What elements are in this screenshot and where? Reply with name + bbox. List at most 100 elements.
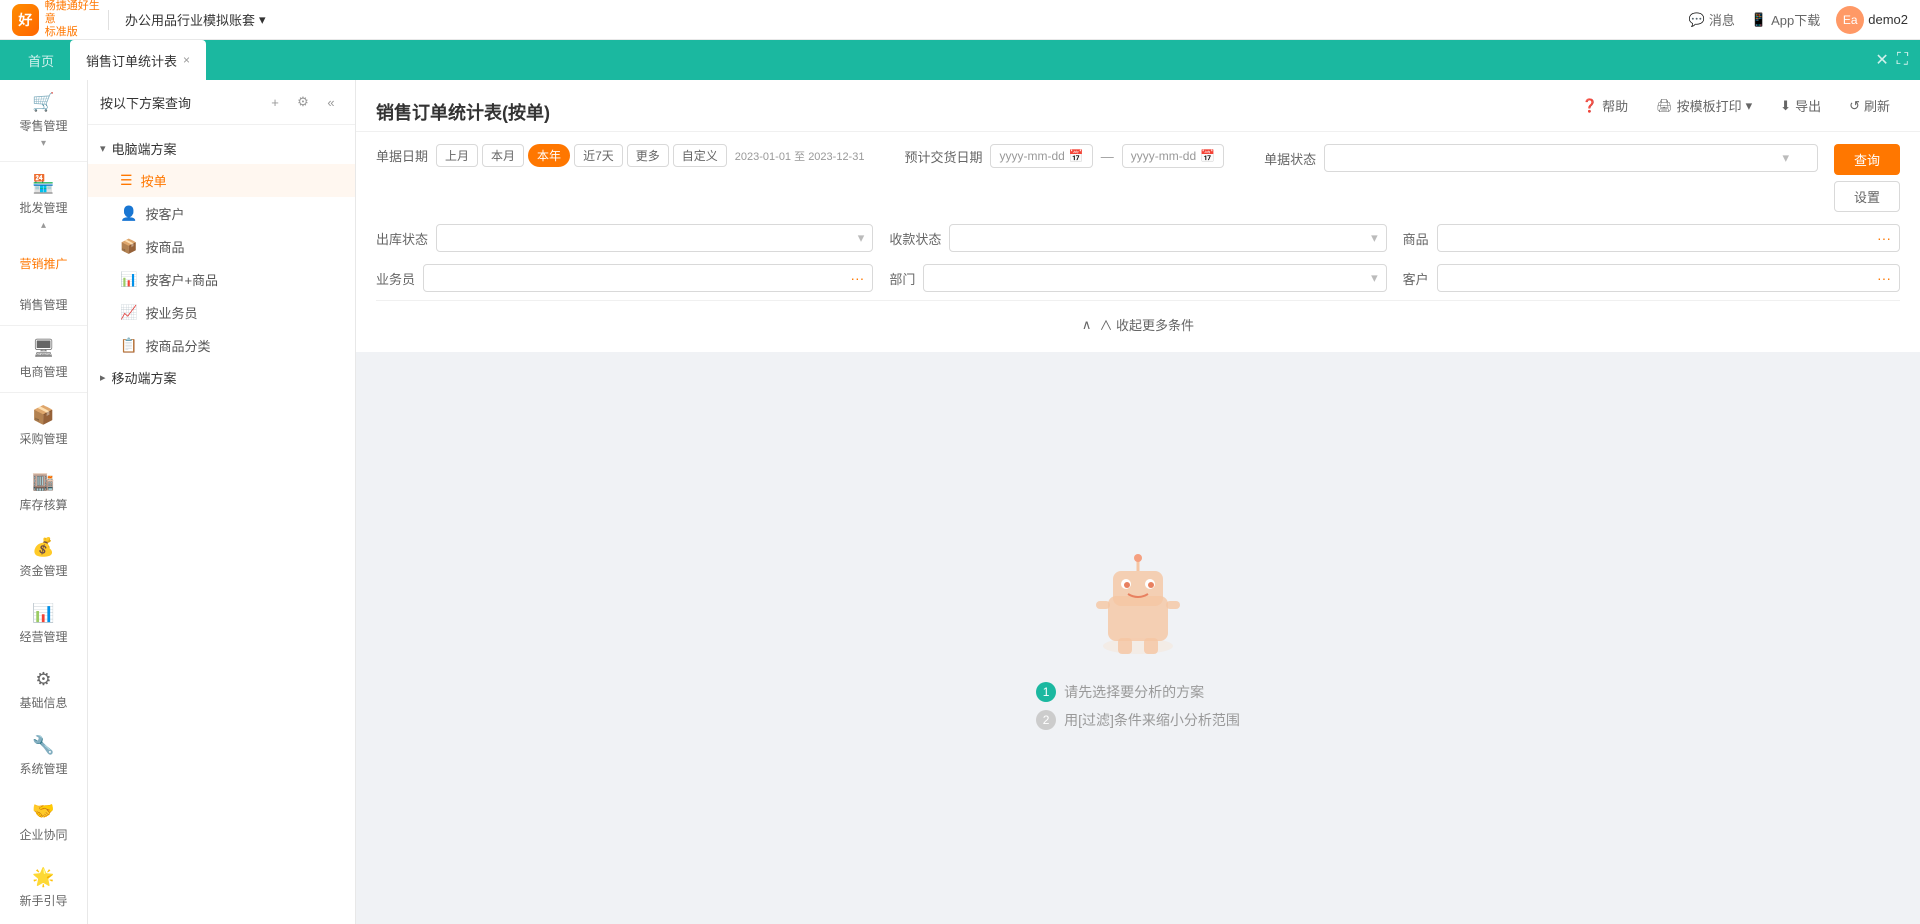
department-select[interactable]: ▾ — [923, 264, 1386, 292]
sidebar-item-retail[interactable]: 🛒 零售管理 ▾ — [0, 80, 87, 161]
date-btn-this-year[interactable]: 本年 — [528, 144, 570, 167]
ecommerce-icon: 🖥 — [32, 338, 55, 359]
help-button[interactable]: ❓ 帮助 — [1572, 92, 1638, 119]
sidebar-item-operation[interactable]: 📊 经营管理 — [0, 591, 87, 657]
scheme-item-by-category[interactable]: 📋 按商品分类 — [88, 329, 355, 362]
sidebar-item-wholesale[interactable]: 🏪 批发管理 ▴ — [0, 162, 87, 243]
doc-status-arrow-icon: ▾ — [1782, 150, 1789, 166]
home-label: 首页 — [28, 51, 54, 70]
window-expand-icon[interactable]: ⛶ — [1897, 51, 1908, 69]
scheme-item-by-salesperson[interactable]: 📈 按业务员 — [88, 296, 355, 329]
expected-date-end-input[interactable]: yyyy-mm-dd 📅 — [1122, 144, 1224, 168]
scheme-item-by-goods[interactable]: 📦 按商品 — [88, 230, 355, 263]
window-close-icon[interactable]: ✕ — [1875, 50, 1888, 70]
sidebar-item-sales[interactable]: 销售管理 — [0, 284, 87, 325]
logo-text: 畅捷通好生意 标准版 — [45, 0, 100, 39]
sidebar-item-newuser[interactable]: 🌟 新手引导 — [0, 855, 87, 921]
scheme-item-by-customer[interactable]: 👤 按客户 — [88, 197, 355, 230]
collapse-more-button[interactable]: ∧ ∧ 收起更多条件 — [1062, 309, 1214, 340]
add-scheme-button[interactable]: + — [263, 90, 287, 114]
customer-input[interactable]: ··· — [1437, 264, 1900, 292]
salesperson-input[interactable]: ··· — [423, 264, 873, 292]
calendar-end-icon: 📅 — [1200, 149, 1215, 163]
tab-close-button[interactable]: × — [183, 53, 190, 67]
collection-select[interactable]: ▾ — [949, 224, 1386, 252]
filter-customer-group: 客户 ··· — [1403, 264, 1900, 292]
wholesale-arrow-icon: ▴ — [41, 220, 46, 231]
date-btn-more[interactable]: 更多 — [627, 144, 669, 167]
right-panel-header: 销售订单统计表(按单) ❓ 帮助 🖨 按模板打印 ▾ ⬇ 导出 — [356, 80, 1920, 132]
goods-label: 商品 — [1403, 229, 1429, 248]
empty-illustration — [1078, 546, 1198, 666]
by-customer-icon: 👤 — [120, 205, 137, 222]
user-area[interactable]: Ea demo2 — [1836, 6, 1908, 34]
workspace-chevron-icon: ▾ — [259, 12, 266, 28]
by-category-label: 按商品分类 — [145, 336, 210, 355]
date-btn-last-month[interactable]: 上月 — [436, 144, 478, 167]
date-sep: — — [1101, 149, 1114, 164]
date-btn-last7[interactable]: 近7天 — [574, 144, 623, 167]
workspace-selector[interactable]: 办公用品行业模拟账套 ▾ — [117, 6, 274, 33]
message-button[interactable]: 💬 消息 — [1689, 10, 1735, 29]
doc-status-select[interactable]: ▾ — [1324, 144, 1818, 172]
system-icon: 🔧 — [32, 735, 54, 756]
tab-sales-order[interactable]: 销售订单统计表 × — [70, 40, 206, 80]
scheme-group-mobile-header[interactable]: ▸ 移动端方案 — [88, 362, 355, 393]
department-arrow-icon: ▾ — [1371, 270, 1378, 286]
settings-button[interactable]: 设置 — [1834, 181, 1900, 212]
goods-more-icon: ··· — [1877, 230, 1891, 246]
settings-icon: ⚙ — [297, 94, 309, 110]
expected-date-start-input[interactable]: yyyy-mm-dd 📅 — [990, 144, 1092, 168]
page-title: 销售订单统计表(按单) — [376, 99, 550, 125]
sidebar-item-marketing[interactable]: 营销推广 — [0, 243, 87, 284]
sidebar-item-enterprise[interactable]: 🤝 企业协同 — [0, 789, 87, 855]
sidebar-item-purchase[interactable]: 📦 采购管理 — [0, 393, 87, 459]
customer-more-icon: ··· — [1877, 270, 1891, 286]
top-bar: 好 畅捷通好生意 标准版 办公用品行业模拟账套 ▾ 💬 消息 📱 App下载 E… — [0, 0, 1920, 40]
sidebar-item-finance[interactable]: 💰 资金管理 — [0, 525, 87, 591]
enterprise-label: 企业协同 — [19, 826, 67, 843]
tab-home[interactable]: 首页 — [12, 40, 70, 80]
app-download-icon: 📱 — [1751, 12, 1767, 28]
collapse-label: ∧ 收起更多条件 — [1099, 315, 1194, 334]
sidebar-item-system[interactable]: 🔧 系统管理 — [0, 723, 87, 789]
by-salesperson-icon: 📈 — [120, 304, 137, 321]
scheme-item-by-order[interactable]: ☰ 按单 — [88, 164, 355, 197]
print-button[interactable]: 🖨 按模板打印 ▾ — [1646, 92, 1762, 119]
goods-input[interactable]: ··· — [1437, 224, 1900, 252]
settings-scheme-button[interactable]: ⚙ — [291, 90, 315, 114]
sidebar-item-inventory[interactable]: 🏬 库存核算 — [0, 459, 87, 525]
app-download-label: App下载 — [1771, 10, 1820, 29]
sidebar-item-basic[interactable]: ⚙ 基础信息 — [0, 657, 87, 723]
collapse-panel-button[interactable]: « — [319, 90, 343, 114]
date-btn-custom[interactable]: 自定义 — [673, 144, 727, 167]
operation-label: 经营管理 — [19, 628, 67, 645]
filter-row-2: 出库状态 ▾ 收款状态 ▾ 商品 — [376, 224, 1900, 252]
user-name: demo2 — [1868, 12, 1908, 27]
salesperson-label: 业务员 — [376, 269, 415, 288]
by-salesperson-label: 按业务员 — [145, 303, 197, 322]
scheme-item-by-customer-goods[interactable]: 📊 按客户+商品 — [88, 263, 355, 296]
date-btn-this-month[interactable]: 本月 — [482, 144, 524, 167]
filter-expected-date-group: 预计交货日期 yyyy-mm-dd 📅 — yyyy-mm-dd 📅 — [904, 144, 1224, 168]
delivery-select[interactable]: ▾ — [436, 224, 873, 252]
tab-bar: 首页 销售订单统计表 × ✕ ⛶ — [0, 40, 1920, 80]
filter-collection-group: 收款状态 ▾ — [889, 224, 1386, 252]
retail-label: 零售管理 — [19, 117, 67, 134]
filter-doc-status-group: 单据状态 ▾ — [1264, 144, 1818, 172]
sidebar: 🛒 零售管理 ▾ 🏪 批发管理 ▴ 营销推广 销售管理 🖥 电商管理 — [0, 80, 88, 924]
delivery-arrow-icon: ▾ — [858, 230, 865, 246]
refresh-button[interactable]: ↺ 刷新 — [1839, 92, 1900, 119]
tip-text-1: 请先选择要分析的方案 — [1064, 682, 1204, 702]
left-panel-content: ▾ 电脑端方案 ☰ 按单 👤 按客户 📦 按商品 — [88, 125, 355, 924]
query-button[interactable]: 查询 — [1834, 144, 1900, 175]
date-range-sep: 至 — [794, 151, 805, 163]
app-download-button[interactable]: 📱 App下载 — [1751, 10, 1820, 29]
finance-label: 资金管理 — [19, 562, 67, 579]
collapse-row: ∧ ∧ 收起更多条件 — [376, 300, 1900, 340]
by-order-label: 按单 — [141, 171, 167, 190]
scheme-group-desktop-header[interactable]: ▾ 电脑端方案 — [88, 133, 355, 164]
sidebar-item-ecommerce[interactable]: 🖥 电商管理 — [0, 326, 87, 392]
export-button[interactable]: ⬇ 导出 — [1770, 92, 1831, 119]
right-panel: 销售订单统计表(按单) ❓ 帮助 🖨 按模板打印 ▾ ⬇ 导出 — [356, 80, 1920, 924]
